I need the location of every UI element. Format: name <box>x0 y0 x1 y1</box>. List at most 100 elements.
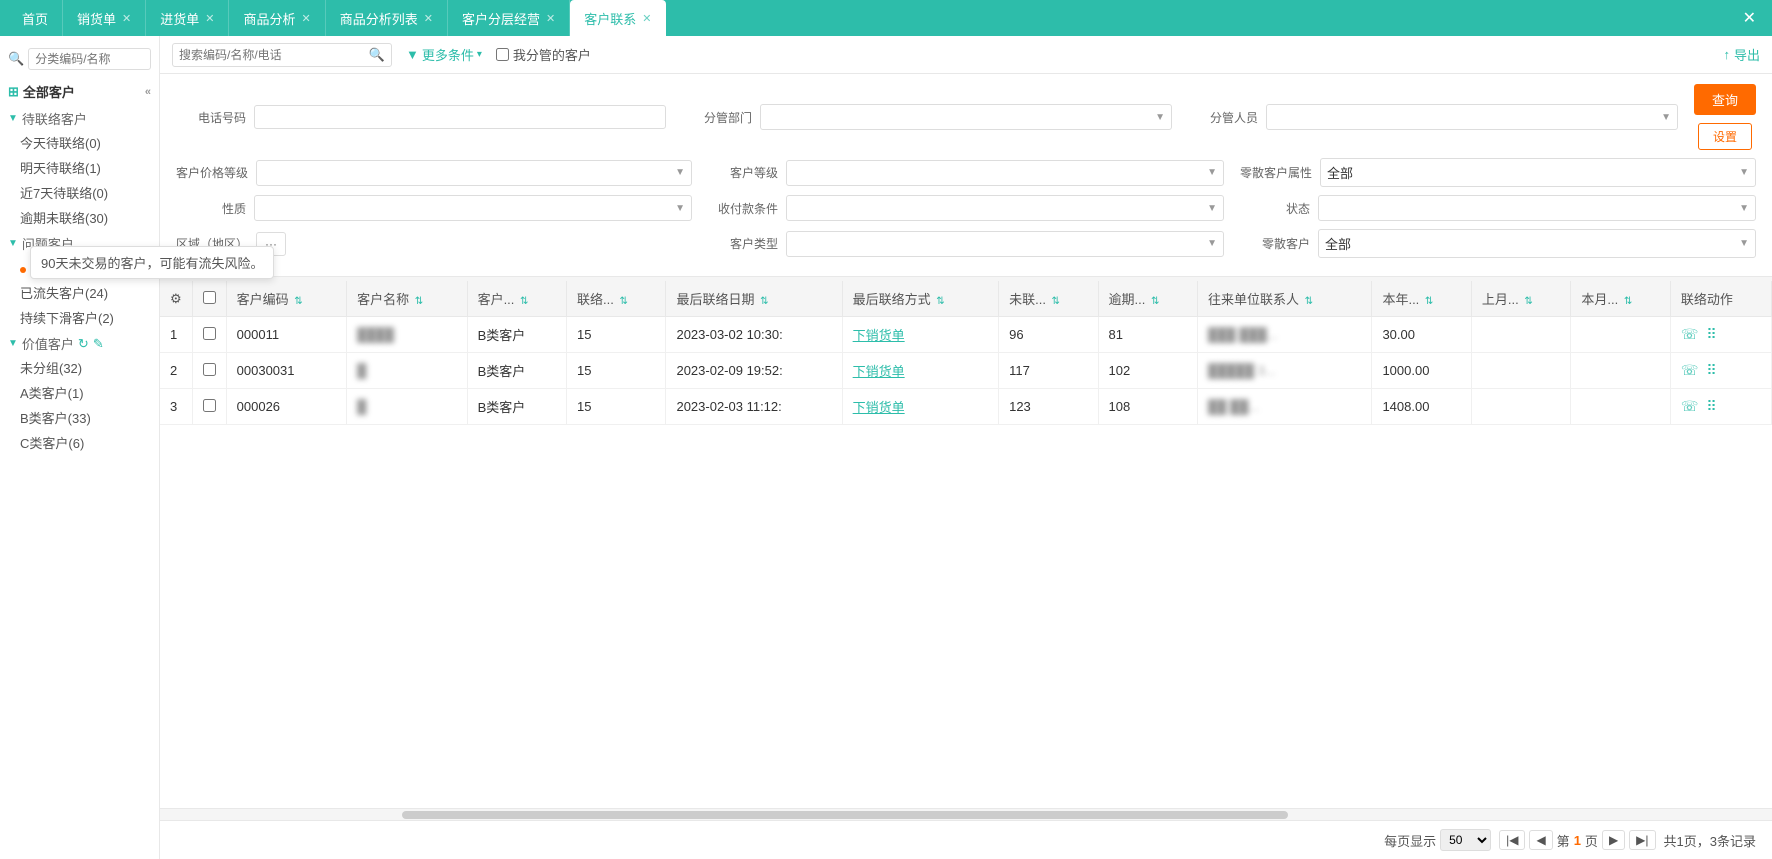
export-button[interactable]: ↑ 导出 <box>1723 45 1760 64</box>
row-last-method[interactable]: 下销货单 <box>842 317 998 353</box>
tab-customer-contact-close[interactable]: ✕ <box>642 12 651 25</box>
sidebar-item-b-class[interactable]: B类客户(33) <box>0 405 159 430</box>
page-size-wrap: 每页显示 50 100 200 <box>1384 829 1491 851</box>
query-button[interactable]: 查询 <box>1694 84 1756 115</box>
contact-action-icon[interactable]: ☏ <box>1681 326 1699 343</box>
query-settings-group: 查询 设置 <box>1694 84 1756 150</box>
row-name: █ <box>347 389 467 425</box>
scattered-customer-arrow-icon: ▼ <box>1739 238 1749 249</box>
horizontal-scrollbar[interactable] <box>160 808 1772 820</box>
row-checkbox[interactable] <box>192 317 226 353</box>
row-checkbox[interactable] <box>192 389 226 425</box>
col-contact-count[interactable]: 联络... ⇅ <box>567 281 666 317</box>
row-code: 000011 <box>226 317 346 353</box>
col-code[interactable]: 客户编码 ⇅ <box>226 281 346 317</box>
refresh-icon[interactable]: ↻ <box>78 336 89 352</box>
my-customer-checkbox-wrap[interactable]: 我分管的客户 <box>496 45 591 64</box>
filter-search-input[interactable] <box>179 48 369 62</box>
sidebar-item-unclassified[interactable]: 未分组(32) <box>0 355 159 380</box>
tab-purchase[interactable]: 进货单 ✕ <box>146 0 229 36</box>
col-settings[interactable]: ⚙ <box>160 281 192 317</box>
settings-button[interactable]: 设置 <box>1698 123 1752 150</box>
field-payment-select[interactable]: ▼ <box>786 195 1224 221</box>
field-phone-input[interactable] <box>254 105 666 129</box>
total-records: 共1页，3条记录 <box>1664 831 1756 850</box>
tab-home[interactable]: 首页 <box>8 0 63 36</box>
field-status-select[interactable]: ▼ <box>1318 195 1756 221</box>
field-scattered-attr-select[interactable]: 全部 ▼ <box>1320 158 1756 187</box>
more-action-icon[interactable]: ⠿ <box>1706 398 1716 415</box>
filter-icon: ▼ <box>406 47 419 62</box>
sidebar-item-tomorrow[interactable]: 明天待联络(1) <box>0 155 159 180</box>
field-dept-select[interactable]: ▼ <box>760 104 1172 130</box>
row-last-method[interactable]: 下销货单 <box>842 353 998 389</box>
page-size-select[interactable]: 50 100 200 <box>1440 829 1491 851</box>
row-no: 1 <box>160 317 192 353</box>
col-last-method[interactable]: 最后联络方式 ⇅ <box>842 281 998 317</box>
col-this-year[interactable]: 本年... ⇅ <box>1372 281 1471 317</box>
sidebar-item-c-class[interactable]: C类客户(6) <box>0 430 159 455</box>
row-last-method[interactable]: 下销货单 <box>842 389 998 425</box>
col-last-month[interactable]: 上月... ⇅ <box>1471 281 1570 317</box>
field-customer-type-select[interactable]: ▼ <box>786 231 1224 257</box>
next-page-button[interactable]: ▶ <box>1602 830 1625 850</box>
col-checkbox <box>192 281 226 317</box>
sidebar-item-7days[interactable]: 近7天待联络(0) <box>0 180 159 205</box>
tab-analysis[interactable]: 商品分析 ✕ <box>229 0 325 36</box>
field-price-level-label: 客户价格等级 <box>176 164 248 181</box>
sidebar-item-today[interactable]: 今天待联络(0) <box>0 130 159 155</box>
my-customer-checkbox[interactable] <box>496 48 509 61</box>
tab-analysis-close[interactable]: ✕ <box>302 12 311 25</box>
sidebar-item-overdue[interactable]: 逾期未联络(30) <box>0 205 159 230</box>
scrollbar-thumb[interactable] <box>402 811 1289 819</box>
field-customer-level-select[interactable]: ▼ <box>786 160 1224 186</box>
window-close-icon[interactable]: ✕ <box>1735 8 1764 28</box>
tab-customer-tier-close[interactable]: ✕ <box>546 12 555 25</box>
field-scattered-customer-select[interactable]: 全部 ▼ <box>1318 229 1756 258</box>
sidebar-section-pending[interactable]: ▼ 待联络客户 <box>0 105 159 130</box>
more-action-icon[interactable]: ⠿ <box>1706 326 1716 343</box>
col-not-contact[interactable]: 未联... ⇅ <box>999 281 1098 317</box>
contact-action-icon[interactable]: ☏ <box>1681 398 1699 415</box>
sidebar-search-input[interactable] <box>28 48 151 70</box>
tab-analysis-list-close[interactable]: ✕ <box>424 12 433 25</box>
sidebar-section-value[interactable]: ▼ 价值客户 ↻ ✎ <box>0 330 159 355</box>
tab-sales-close[interactable]: ✕ <box>122 12 131 25</box>
row-name: ████ <box>347 317 467 353</box>
row-checkbox[interactable] <box>192 353 226 389</box>
tab-customer-tier[interactable]: 客户分层经营 ✕ <box>448 0 570 36</box>
prev-page-button[interactable]: ◀ <box>1529 830 1552 850</box>
field-phone-label: 电话号码 <box>176 109 246 126</box>
row-not-contact: 123 <box>999 389 1098 425</box>
first-page-button[interactable]: |◀ <box>1499 830 1525 850</box>
col-type[interactable]: 客户... ⇅ <box>467 281 566 317</box>
tab-sales[interactable]: 销货单 ✕ <box>63 0 146 36</box>
field-nature-select[interactable]: ▼ <box>254 195 692 221</box>
sidebar-item-churned[interactable]: 已流失客户(24) <box>0 280 159 305</box>
col-action: 联络动作 <box>1670 281 1771 317</box>
field-price-level-select[interactable]: ▼ <box>256 160 692 186</box>
col-name[interactable]: 客户名称 ⇅ <box>347 281 467 317</box>
more-conditions-button[interactable]: ▼ 更多条件 ▾ <box>400 42 488 67</box>
pagination: 每页显示 50 100 200 |◀ ◀ 第 1 页 ▶ ▶| 共1页，3条记录 <box>160 820 1772 859</box>
sidebar-all-customers[interactable]: ⊞ 全部客户 « <box>0 78 159 105</box>
more-action-icon[interactable]: ⠿ <box>1706 362 1716 379</box>
col-overdue[interactable]: 逾期... ⇅ <box>1098 281 1197 317</box>
tab-customer-contact[interactable]: 客户联系 ✕ <box>570 0 666 36</box>
col-last-date[interactable]: 最后联络日期 ⇅ <box>666 281 842 317</box>
select-all-checkbox[interactable] <box>203 291 216 304</box>
field-manager-select[interactable]: ▼ <box>1266 104 1678 130</box>
field-payment-label: 收付款条件 <box>708 200 778 217</box>
col-this-month[interactable]: 本月... ⇅ <box>1571 281 1670 317</box>
contact-action-icon[interactable]: ☏ <box>1681 362 1699 379</box>
edit-icon[interactable]: ✎ <box>93 336 104 352</box>
last-page-button[interactable]: ▶| <box>1629 830 1655 850</box>
col-contact-person[interactable]: 往来单位联系人 ⇅ <box>1198 281 1372 317</box>
row-this-month <box>1571 317 1670 353</box>
tab-purchase-close[interactable]: ✕ <box>205 12 214 25</box>
tab-analysis-list[interactable]: 商品分析列表 ✕ <box>326 0 448 36</box>
filter-search-icon[interactable]: 🔍 <box>369 47 385 63</box>
sidebar-item-declining[interactable]: 持续下滑客户(2) <box>0 305 159 330</box>
chevron-down-icon: ▾ <box>477 49 482 60</box>
sidebar-item-a-class[interactable]: A类客户(1) <box>0 380 159 405</box>
